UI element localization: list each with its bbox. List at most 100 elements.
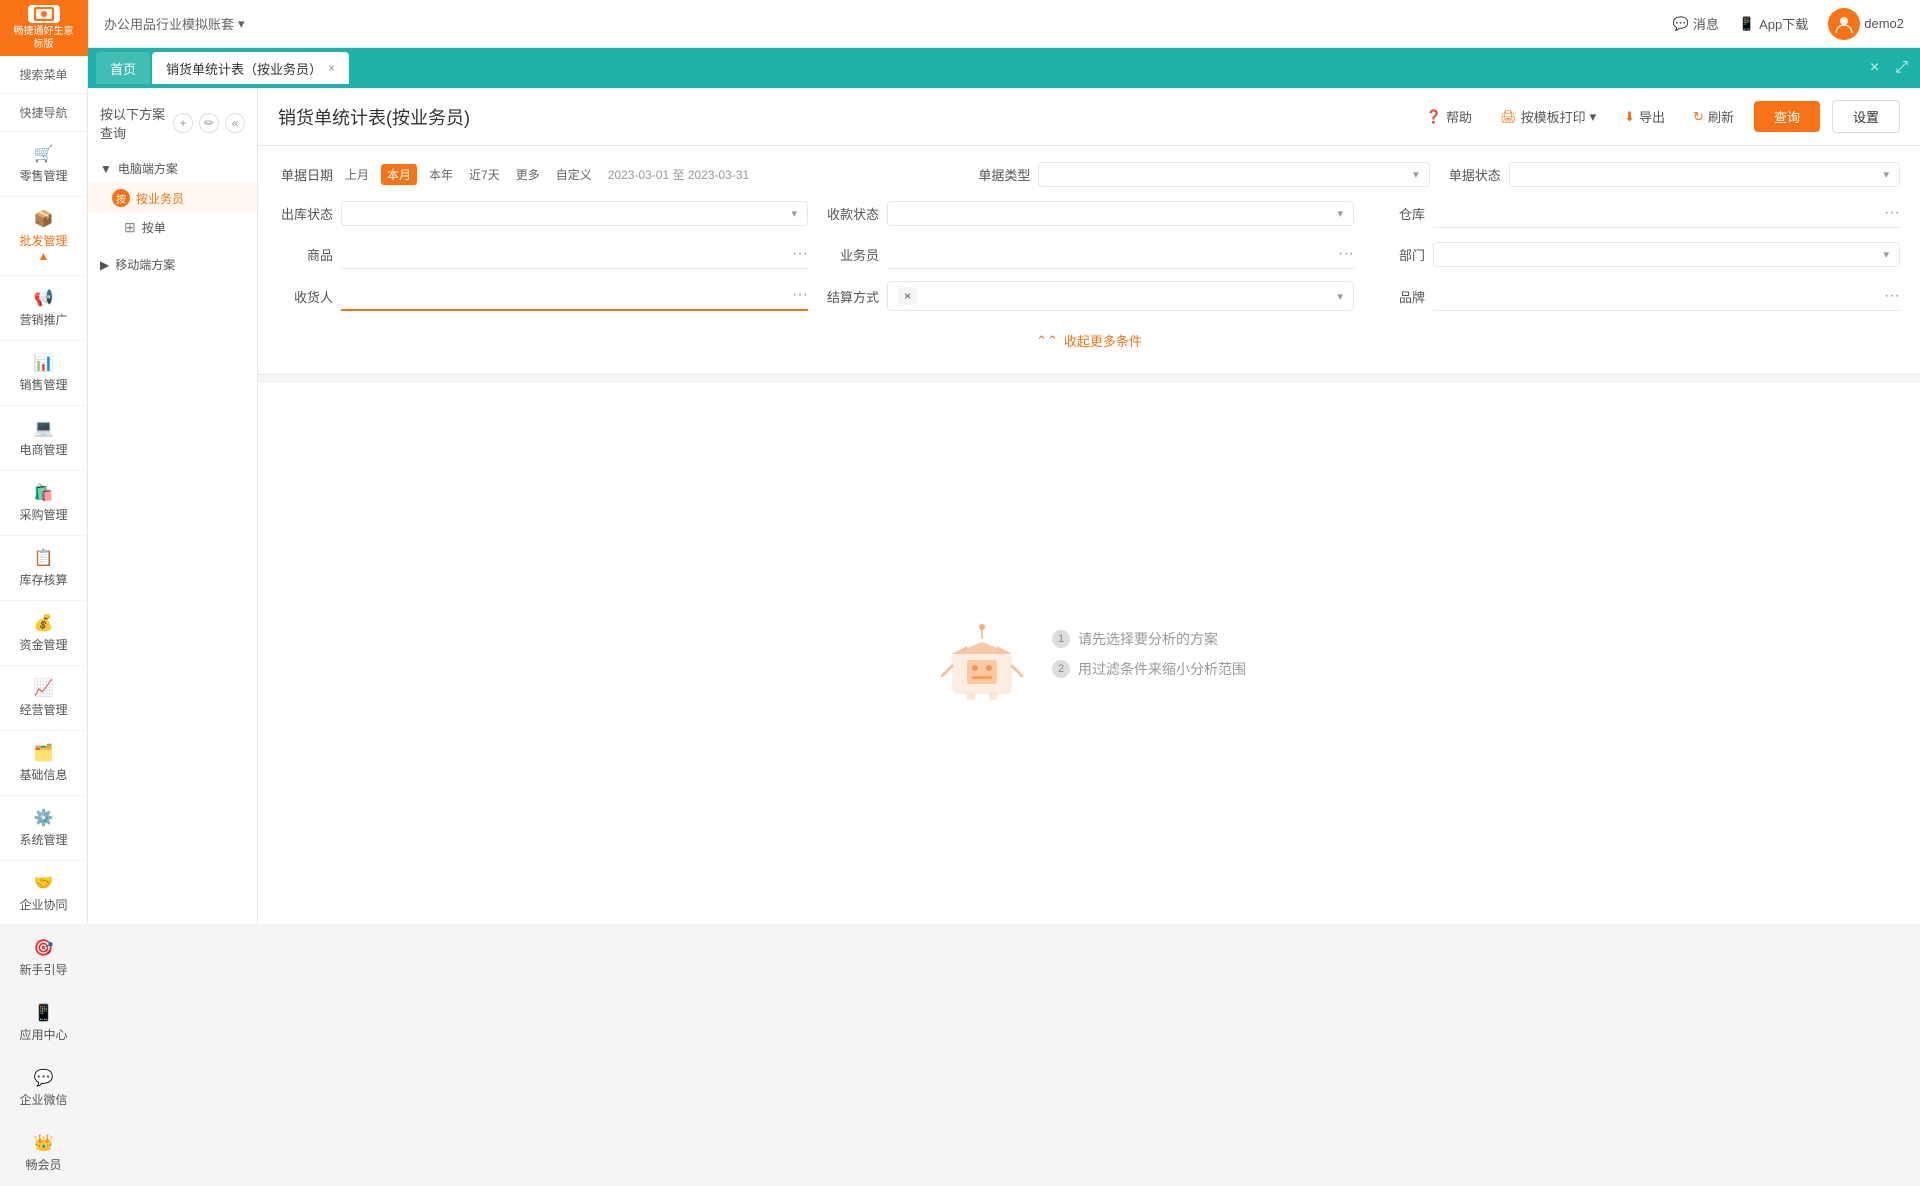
filter-row-3: 商品 ··· 业务员 ···	[278, 240, 1900, 269]
settlement-select[interactable]: × ▾	[887, 281, 1354, 311]
empty-state-tips: 1 请先选择要分析的方案 2 用过滤条件来缩小分析范围	[1052, 629, 1246, 679]
scheme-by-salesman[interactable]: 按 按业务员	[88, 183, 257, 213]
doc-status-filter-item: 单据状态 ▾	[1446, 162, 1900, 187]
sidebar-item-label: 应用中心	[19, 1026, 67, 1043]
sidebar-item-new-guide[interactable]: 🎯 新手引导	[0, 926, 87, 991]
edit-scheme-button[interactable]: ✏	[199, 113, 219, 133]
sidebar-item-basic[interactable]: 🗂️ 基础信息	[0, 731, 87, 796]
top-header: 办公用品行业模拟账套 ▾ 💬 消息 📱 App下载 demo2	[88, 0, 1920, 48]
warehouse-input[interactable]: ···	[1433, 199, 1900, 228]
settlement-filter-item: 结算方式 × ▾	[824, 281, 1354, 311]
app-download-button[interactable]: 📱 App下载	[1739, 14, 1808, 33]
sidebar-item-label: 营销推广	[19, 311, 67, 328]
settings-button[interactable]: 设置	[1832, 100, 1900, 133]
stock-status-select[interactable]: ▾	[341, 201, 808, 226]
finance-icon: 💰	[34, 613, 54, 633]
payment-status-control: ▾	[887, 201, 1354, 226]
add-scheme-button[interactable]: +	[173, 113, 193, 133]
mobile-scheme-parent[interactable]: ▶ 移动端方案	[88, 250, 257, 279]
settlement-tag-close[interactable]: ×	[904, 289, 911, 303]
salesman-input[interactable]: ···	[887, 240, 1354, 269]
sidebar-item-label: 系统管理	[19, 831, 67, 848]
print-button[interactable]: 🖨 按模板打印 ▾	[1492, 103, 1604, 130]
sidebar-item-retail[interactable]: 🛒 零售管理	[0, 132, 87, 197]
help-button[interactable]: ❓ 帮助	[1418, 103, 1480, 130]
sidebar-item-finance[interactable]: 💰 资金管理	[0, 601, 87, 666]
left-panel: 按以下方案查询 + ✏ « ▼ 电脑端方案	[88, 88, 258, 924]
sidebar-item-sales[interactable]: 📊 销售管理	[0, 341, 87, 406]
help-label: 帮助	[1446, 107, 1472, 126]
sidebar-item-marketing[interactable]: 📢 营销推广	[0, 276, 87, 341]
sidebar-item-label: 批发管理	[19, 232, 67, 249]
tab-close-button[interactable]: ×	[328, 62, 335, 74]
payment-status-select[interactable]: ▾	[887, 201, 1354, 226]
collapse-icon: «	[232, 116, 239, 130]
payment-status-label: 收款状态	[824, 204, 879, 223]
app-download-label: App下载	[1759, 14, 1808, 33]
sidebar-item-label: 基础信息	[19, 766, 67, 783]
sidebar-item-label: 销售管理	[19, 376, 67, 393]
refresh-button[interactable]: ↻ 刷新	[1685, 103, 1742, 130]
quick-nav[interactable]: 快捷导航	[0, 94, 87, 132]
sidebar-item-corp-wechat[interactable]: 💬 企业微信	[0, 1056, 87, 1121]
consignee-control: ···	[341, 281, 808, 311]
doc-status-select[interactable]: ▾	[1509, 162, 1900, 187]
department-control: ▾	[1433, 242, 1900, 267]
stock-status-filter-item: 出库状态 ▾	[278, 201, 808, 226]
sidebar-item-wholesale[interactable]: 📦 批发管理 ▲	[0, 197, 87, 276]
export-button[interactable]: ⬇ 导出	[1616, 103, 1673, 130]
payment-status-filter-item: 收款状态 ▾	[824, 201, 1354, 226]
date-tab-more[interactable]: 更多	[512, 164, 544, 185]
left-panel-header: 按以下方案查询 + ✏ «	[88, 96, 257, 150]
page-actions: ❓ 帮助 🖨 按模板打印 ▾ ⬇ 导出 ↻ 刷新	[1418, 100, 1900, 133]
collapse-filters-button[interactable]: ⌃⌃ 收起更多条件	[278, 323, 1900, 358]
date-tab-this-month[interactable]: 本月	[381, 164, 417, 185]
brand-input[interactable]: ···	[1433, 282, 1900, 311]
brand-dots-icon: ···	[1884, 287, 1900, 305]
tab-sales-stat[interactable]: 销货单统计表（按业务员） ×	[152, 52, 349, 84]
sidebar-item-operations[interactable]: 📈 经营管理	[0, 666, 87, 731]
sidebar-item-app-center[interactable]: 📱 应用中心	[0, 991, 87, 1056]
sidebar-item-purchase[interactable]: 🛍️ 采购管理	[0, 471, 87, 536]
query-button[interactable]: 查询	[1754, 101, 1820, 132]
sidebar-item-label: 经营管理	[19, 701, 67, 718]
tab-home[interactable]: 首页	[96, 52, 150, 84]
corp-icon: 🤝	[34, 873, 54, 893]
date-tab-custom[interactable]: 自定义	[552, 164, 596, 185]
tab-close-all-button[interactable]: ×	[1866, 55, 1883, 81]
desktop-scheme-label: 电脑端方案	[118, 160, 178, 177]
new-guide-icon: 🎯	[34, 938, 54, 958]
plus-icon: +	[179, 116, 186, 130]
date-tab-last-7-days[interactable]: 近7天	[465, 164, 504, 185]
messages-label: 消息	[1693, 14, 1719, 33]
date-tab-this-year[interactable]: 本年	[425, 164, 457, 185]
sidebar-item-member[interactable]: 👑 畅会员	[0, 1121, 87, 1186]
goods-input[interactable]: ···	[341, 240, 808, 269]
consignee-input[interactable]: ···	[341, 281, 808, 311]
collapse-panel-button[interactable]: «	[225, 113, 245, 133]
date-tab-last-month[interactable]: 上月	[341, 164, 373, 185]
salesman-control: ···	[887, 240, 1354, 269]
scheme-by-order[interactable]: ⊞ 按单	[88, 213, 257, 242]
department-select[interactable]: ▾	[1433, 242, 1900, 267]
search-label[interactable]: 搜索菜单	[8, 66, 79, 83]
sidebar-search[interactable]: 搜索菜单	[0, 56, 87, 94]
doc-type-select[interactable]: ▾	[1038, 162, 1429, 187]
salesman-label: 业务员	[824, 245, 879, 264]
stock-status-arrow-icon: ▾	[791, 207, 797, 220]
sidebar-item-corp[interactable]: 🤝 企业协同	[0, 861, 87, 926]
sidebar-item-inventory[interactable]: 📋 库存核算	[0, 536, 87, 601]
goods-dots-icon: ···	[792, 245, 808, 263]
consignee-dots-icon: ···	[792, 286, 808, 304]
page-title: 销货单统计表(按业务员)	[278, 104, 470, 130]
sidebar-item-ecom[interactable]: 💻 电商管理	[0, 406, 87, 471]
member-icon: 👑	[34, 1133, 54, 1153]
desktop-scheme-parent[interactable]: ▼ 电脑端方案	[88, 154, 257, 183]
industry-selector[interactable]: 办公用品行业模拟账套 ▾	[104, 14, 245, 33]
sidebar-item-system[interactable]: ⚙️ 系统管理	[0, 796, 87, 861]
doc-type-label: 单据类型	[975, 165, 1030, 184]
user-profile[interactable]: demo2	[1828, 8, 1904, 40]
messages-button[interactable]: 💬 消息	[1673, 14, 1719, 33]
tab-maximize-button[interactable]: ⤢	[1891, 55, 1912, 81]
mobile-scheme-label: 移动端方案	[115, 256, 175, 273]
